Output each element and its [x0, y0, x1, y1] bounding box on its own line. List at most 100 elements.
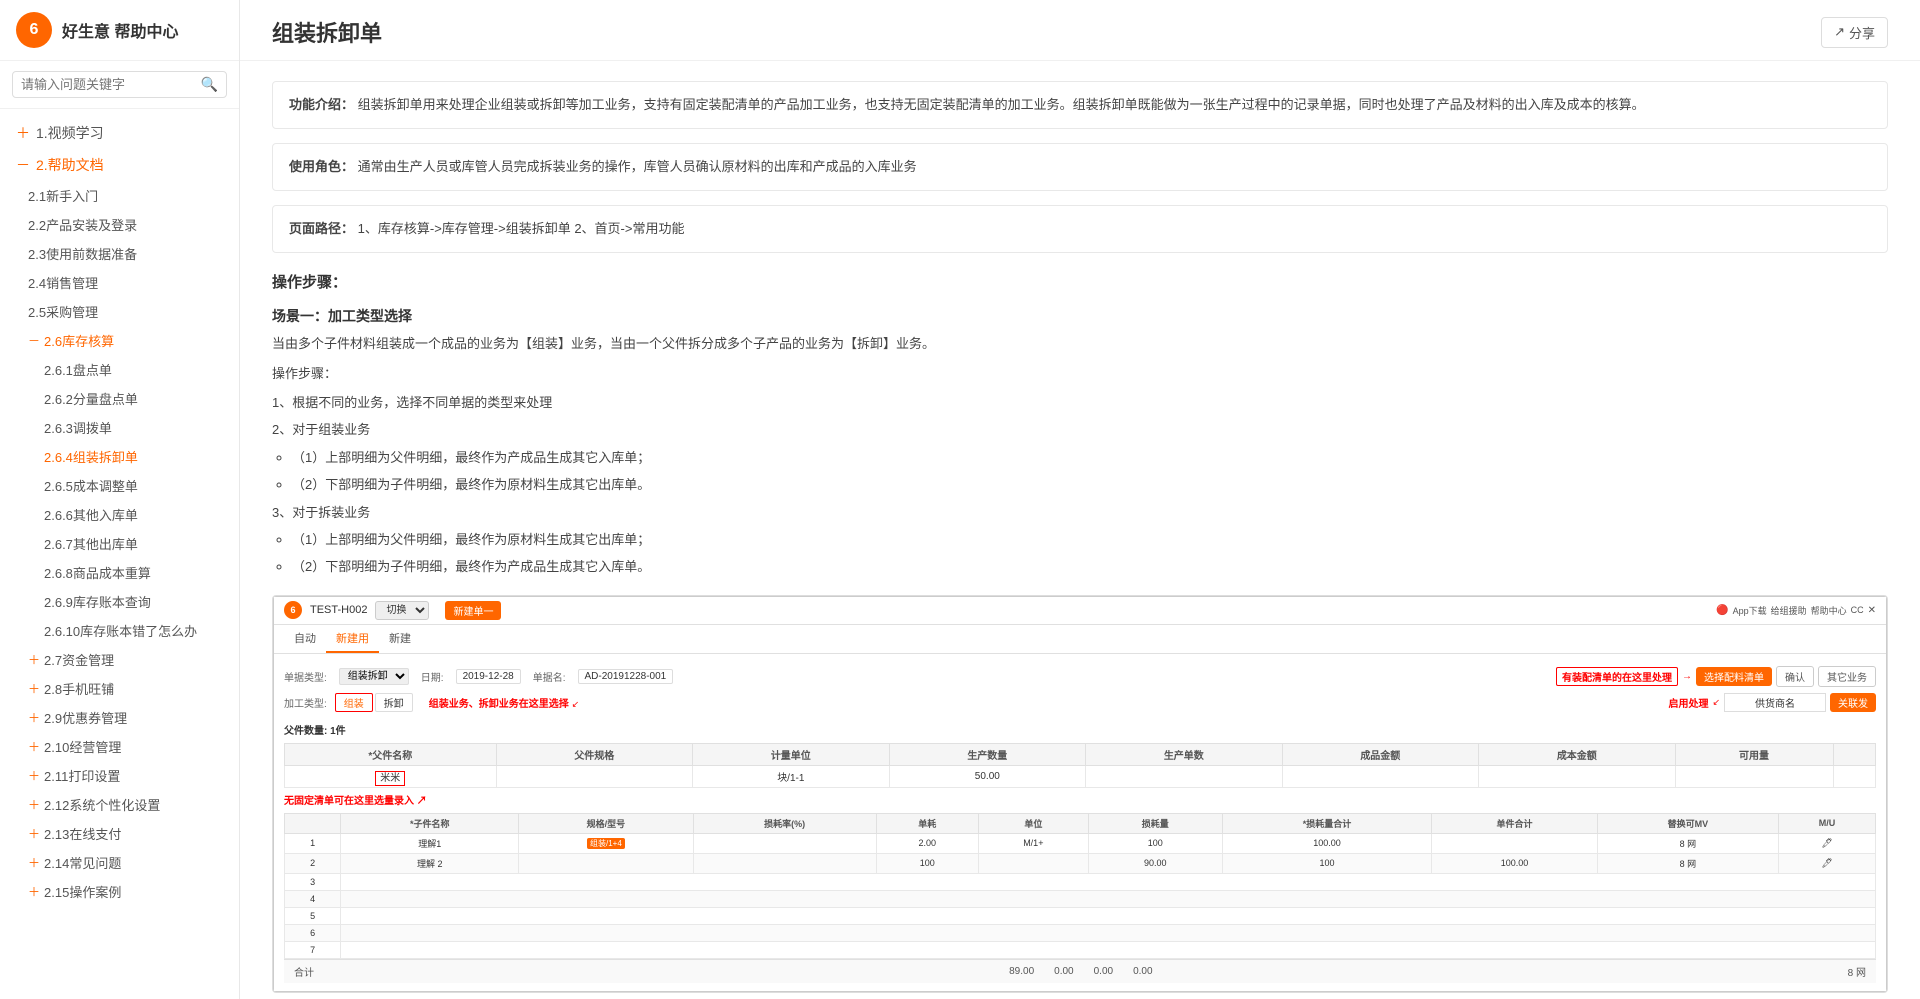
- mock-type-radio: 组装 拆卸: [335, 693, 413, 712]
- sidebar-item-accounterr[interactable]: 2.6.10库存账本错了怎么办: [0, 616, 239, 645]
- mock-child-table: *子件名称 规格/型号 损耗率(%) 单耗 单位 损耗量 *损耗量合计 单件合计…: [284, 813, 1876, 959]
- page-header: 组装拆卸单 ↗ 分享: [240, 0, 1920, 61]
- sub-expand-icon: ＋: [28, 651, 40, 668]
- sidebar-item-assembly[interactable]: 2.6.4组装拆卸单: [0, 442, 239, 471]
- sidebar: 6 好生意 帮助中心 🔍 ＋ 1.视频学习 － 2.帮助文档 2.1新手入门 2…: [0, 0, 240, 999]
- sub-collapse-icon: －: [28, 332, 40, 349]
- expand-icon: ＋: [16, 123, 30, 143]
- mock-btn-action[interactable]: 其它业务: [1818, 666, 1876, 687]
- mock-supplier-input: 供货商名: [1724, 693, 1826, 712]
- use-role-label: 使用角色：: [289, 159, 354, 174]
- screenshot-container: 6 TEST-H002 切换 新建单一 🔴 App下载 给组援助 帮助中心 CC: [272, 595, 1888, 993]
- search-input[interactable]: [21, 77, 201, 92]
- sidebar-item-videos[interactable]: ＋ 1.视频学习: [0, 117, 239, 149]
- sidebar-item-config[interactable]: ＋ 2.12系统个性化设置: [0, 790, 239, 819]
- annotation-type: 组装业务、拆卸业务在这里选择: [429, 699, 569, 710]
- sidebar-item-stockcount[interactable]: 2.6.1盘点单: [0, 355, 239, 384]
- path-text: 1、库存核算->库存管理->组装拆卸单 2、首页->常用功能: [358, 221, 685, 236]
- sidebar-item-splitcount[interactable]: 2.6.2分量盘点单: [0, 384, 239, 413]
- function-intro-label: 功能介绍：: [289, 97, 354, 112]
- sidebar-item-costcalc[interactable]: 2.6.8商品成本重算: [0, 558, 239, 587]
- sidebar-item-coupon[interactable]: ＋ 2.9优惠券管理: [0, 703, 239, 732]
- mock-tab-new[interactable]: 新建: [379, 625, 421, 653]
- sidebar-item-payment[interactable]: ＋ 2.13在线支付: [0, 819, 239, 848]
- mock-tab-newuse[interactable]: 新建用: [326, 625, 379, 653]
- mock-date: 2019-12-28: [456, 669, 521, 684]
- sidebar-item-costadj[interactable]: 2.6.5成本调整单: [0, 471, 239, 500]
- mock-docno: AD-20191228-001: [578, 669, 674, 684]
- search-area: 🔍: [0, 61, 239, 109]
- mock-main-table-label: 父件数量: 1件: [284, 722, 1876, 737]
- ops-title: 操作步骤：: [272, 271, 1888, 292]
- share-icon: ↗: [1834, 24, 1845, 40]
- mock-title: TEST-H002: [310, 604, 367, 616]
- use-role-block: 使用角色： 通常由生产人员或库管人员完成拆装业务的操作，库管人员确认原材料的出库…: [272, 143, 1888, 191]
- sidebar-item-cases[interactable]: ＋ 2.15操作案例: [0, 877, 239, 906]
- step2-sub: （1）上部明细为父件明细，最终作为产成品生成其它入库单； （2）下部明细为子件明…: [292, 446, 1888, 497]
- annotation-fixed-qty: 无固定清单可在这里选量录入 ↗: [284, 792, 1876, 807]
- table-row: 7: [285, 941, 1876, 958]
- mock-form-area: 单据类型: 组装拆卸 日期: 2019-12-28 单据名: AD-201912…: [274, 654, 1886, 991]
- mock-select[interactable]: 切换: [375, 601, 429, 620]
- step2: 2、对于组装业务: [272, 418, 1888, 441]
- path-block: 页面路径： 1、库存核算->库存管理->组装拆卸单 2、首页->常用功能: [272, 205, 1888, 253]
- sidebar-item-adjust[interactable]: 2.6.3调拨单: [0, 413, 239, 442]
- annotation-enable: 启用处理: [1668, 695, 1708, 710]
- logo-text: 好生意 帮助中心: [62, 18, 178, 42]
- use-role-text: 通常由生产人员或库管人员完成拆装业务的操作，库管人员确认原材料的出库和产成品的入…: [358, 159, 917, 174]
- mock-app: 6 TEST-H002 切换 新建单一 🔴 App下载 给组援助 帮助中心 CC: [273, 596, 1887, 992]
- steps-list: 1、根据不同的业务，选择不同单据的类型来处理 2、对于组装业务 （1）上部明细为…: [272, 391, 1888, 579]
- sidebar-item-stockcheck[interactable]: 2.6.9库存账本查询: [0, 587, 239, 616]
- collapse-icon: －: [16, 155, 30, 175]
- table-row: 3: [285, 873, 1876, 890]
- sidebar-item-ops[interactable]: ＋ 2.10经营管理: [0, 732, 239, 761]
- sidebar-item-mobile[interactable]: ＋ 2.8手机旺铺: [0, 674, 239, 703]
- step3-1: （1）上部明细为父件明细，最终作为原材料生成其它出库单；: [292, 528, 1888, 551]
- logo-icon: 6: [16, 12, 52, 48]
- parent-item-cell: 米米: [375, 771, 405, 786]
- search-icon[interactable]: 🔍: [201, 76, 218, 93]
- mock-toolbar: 🔴 App下载 给组援助 帮助中心 CC ✕: [1716, 604, 1876, 617]
- main-content: 组装拆卸单 ↗ 分享 功能介绍： 组装拆卸单用来处理企业组装或拆卸等加工业务，支…: [240, 0, 1920, 999]
- step3-2: （2）下部明细为子件明细，最终作为产成品生成其它入库单。: [292, 555, 1888, 578]
- sidebar-item-doc-inventory[interactable]: － 2.6库存核算: [0, 326, 239, 355]
- step1: 1、根据不同的业务，选择不同单据的类型来处理: [272, 391, 1888, 414]
- table-row: 2 理解 2 100 90.00 100 100.00 8 网 🖊: [285, 853, 1876, 873]
- sidebar-item-doc-data[interactable]: 2.3使用前数据准备: [0, 239, 239, 268]
- mock-tabbar: 自动 新建用 新建: [274, 625, 1886, 654]
- sidebar-item-doc-install[interactable]: 2.2产品安装及登录: [0, 210, 239, 239]
- sidebar-item-print[interactable]: ＋ 2.11打印设置: [0, 761, 239, 790]
- mock-btn-neworder[interactable]: 新建单一: [445, 601, 501, 620]
- table-row: 1 理解1 组装/1+4 2.00 M/1+ 100 100.00 8 网: [285, 833, 1876, 853]
- scenario1-title: 场景一：加工类型选择: [272, 306, 1888, 326]
- share-button[interactable]: ↗ 分享: [1821, 17, 1888, 48]
- mock-logo-icon: 6: [284, 601, 302, 619]
- search-box[interactable]: 🔍: [12, 71, 227, 98]
- step3: 3、对于拆装业务: [272, 501, 1888, 524]
- step3-sub: （1）上部明细为父件明细，最终作为原材料生成其它出库单； （2）下部明细为子件明…: [292, 528, 1888, 579]
- sidebar-item-finance[interactable]: ＋ 2.7资金管理: [0, 645, 239, 674]
- mock-titlebar: 6 TEST-H002 切换 新建单一 🔴 App下载 给组援助 帮助中心 CC: [274, 597, 1886, 625]
- sidebar-item-docs[interactable]: － 2.帮助文档: [0, 149, 239, 181]
- scenario1-desc: 当由多个子件材料组装成一个成品的业务为【组装】业务，当由一个父件拆分成多个子产品…: [272, 332, 1888, 355]
- table-row: 5: [285, 907, 1876, 924]
- page-title: 组装拆卸单: [272, 16, 382, 48]
- function-intro-block: 功能介绍： 组装拆卸单用来处理企业组装或拆卸等加工业务，支持有固定装配清单的产品…: [272, 81, 1888, 129]
- sidebar-item-doc-purchase[interactable]: 2.5采购管理: [0, 297, 239, 326]
- mock-sure-btn[interactable]: 关联发: [1830, 693, 1876, 712]
- mock-type-select[interactable]: 组装拆卸: [339, 668, 409, 685]
- content-area: 功能介绍： 组装拆卸单用来处理企业组装或拆卸等加工业务，支持有固定装配清单的产品…: [240, 61, 1920, 999]
- step2-2: （2）下部明细为子件明细，最终作为原材料生成其它出库单。: [292, 473, 1888, 496]
- sidebar-item-otherin[interactable]: 2.6.6其他入库单: [0, 500, 239, 529]
- sidebar-item-doc-intro[interactable]: 2.1新手入门: [0, 181, 239, 210]
- mock-select-bom-btn[interactable]: 选择配料清单: [1696, 667, 1772, 686]
- mock-tab-auto[interactable]: 自动: [284, 625, 326, 653]
- table-row: 6: [285, 924, 1876, 941]
- sidebar-item-otherout[interactable]: 2.6.7其他出库单: [0, 529, 239, 558]
- function-intro-text: 组装拆卸单用来处理企业组装或拆卸等加工业务，支持有固定装配清单的产品加工业务，也…: [358, 97, 1645, 112]
- sidebar-item-doc-sales[interactable]: 2.4销售管理: [0, 268, 239, 297]
- mock-btn-confirm[interactable]: 确认: [1776, 666, 1814, 687]
- nav-tree: ＋ 1.视频学习 － 2.帮助文档 2.1新手入门 2.2产品安装及登录 2.3…: [0, 109, 239, 999]
- sidebar-item-faq[interactable]: ＋ 2.14常见问题: [0, 848, 239, 877]
- table-row: 米米 块/1-1 50.00: [285, 765, 1876, 787]
